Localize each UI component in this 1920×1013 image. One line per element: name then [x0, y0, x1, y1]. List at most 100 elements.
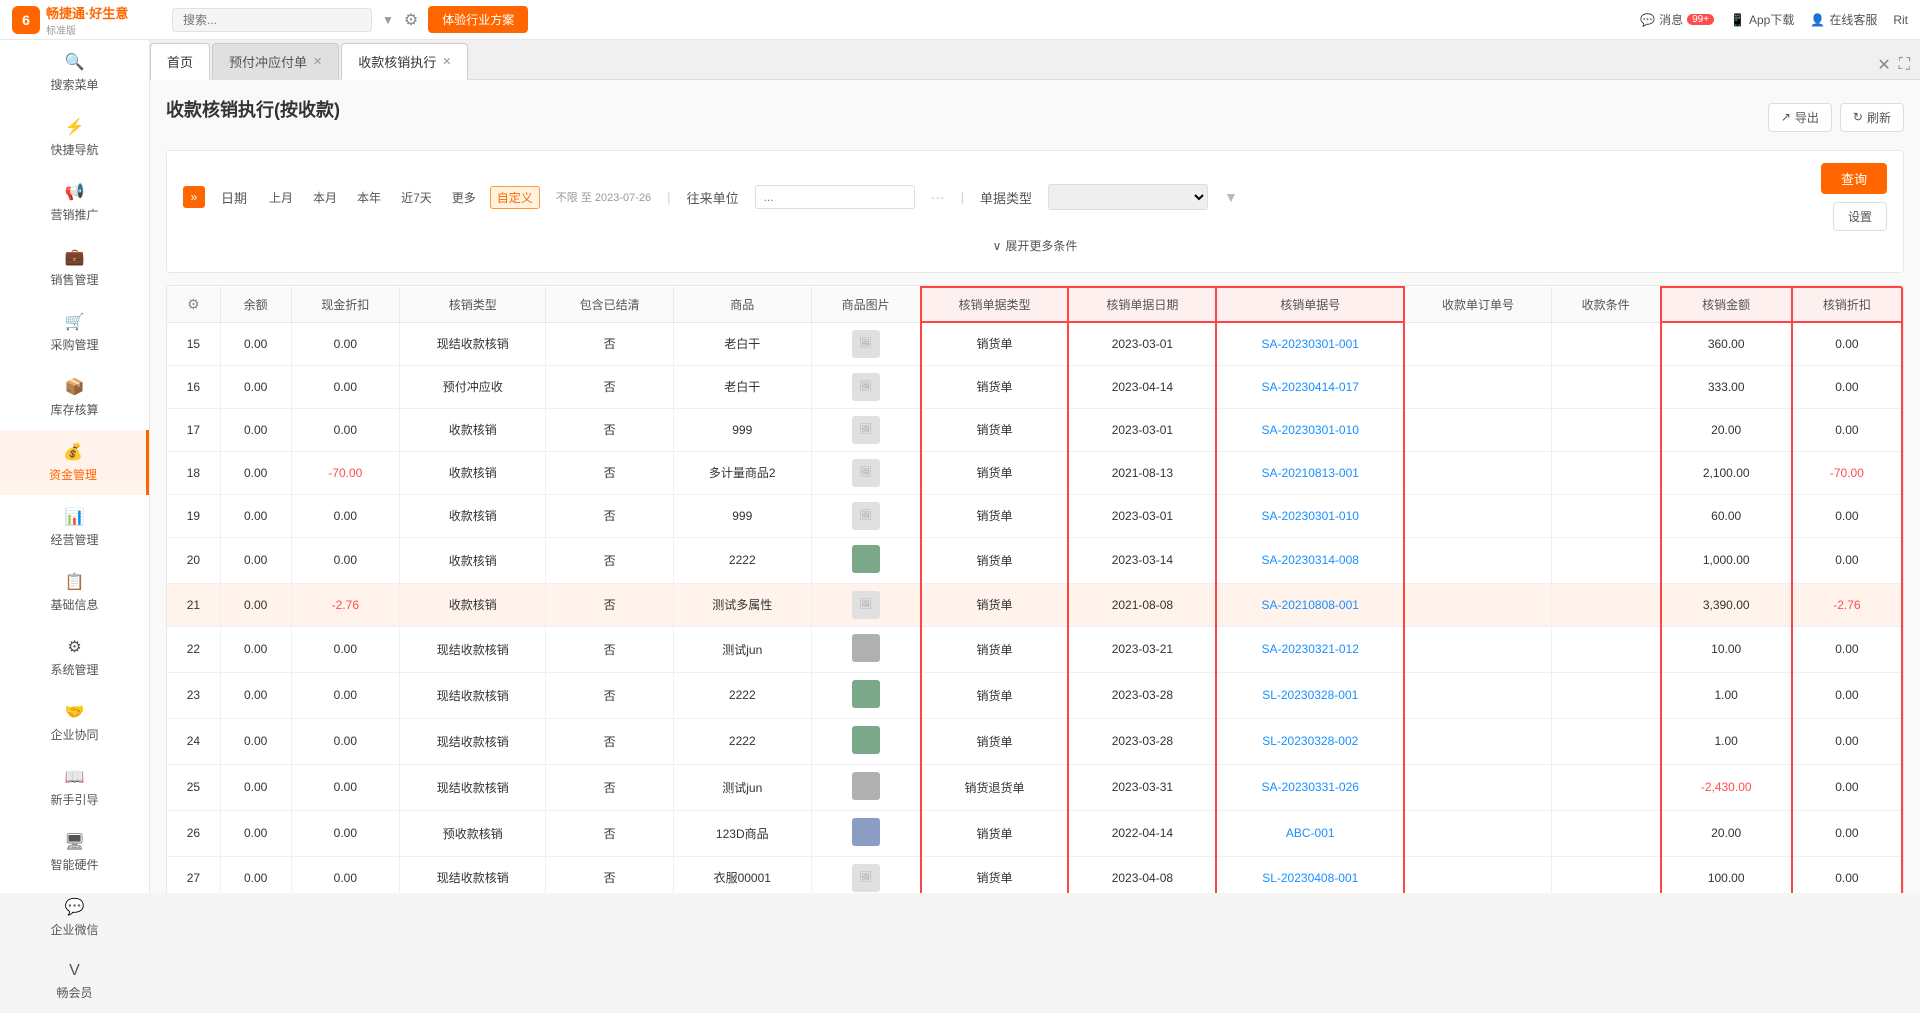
cancel-bill-no-link[interactable]: SA-20230321-012 [1262, 642, 1359, 656]
cancel-bill-no-link[interactable]: SA-20230301-001 [1262, 337, 1359, 351]
row-include-settled: 否 [546, 764, 673, 810]
tab-cancel-receipt[interactable]: 收款核销执行 ✕ [341, 43, 468, 80]
sidebar-item-wechat[interactable]: 💬 企业微信 [0, 885, 149, 950]
row-goods-img [811, 537, 920, 583]
row-cancel-bill-date: 2023-03-28 [1068, 718, 1216, 764]
sidebar-item-guide[interactable]: 📖 新手引导 [0, 755, 149, 820]
page-title: 收款核销执行(按收款) [166, 96, 340, 122]
tab-prepaid[interactable]: 预付冲应付单 ✕ [212, 43, 339, 79]
cancel-bill-no-link[interactable]: SA-20210813-001 [1262, 466, 1359, 480]
row-cancel-bill-type: 销货单 [921, 718, 1069, 764]
filter-toggle-btn[interactable]: » [183, 186, 205, 208]
row-id: 26 [167, 810, 220, 856]
row-cash-discount: 0.00 [291, 537, 400, 583]
search-input[interactable] [172, 8, 372, 32]
settings-btn[interactable]: 设置 [1833, 202, 1887, 231]
user-menu[interactable]: Rit [1893, 13, 1908, 27]
row-cancel-bill-no: SA-20210813-001 [1216, 451, 1404, 494]
bill-type-select[interactable] [1048, 184, 1208, 210]
query-btn[interactable]: 查询 [1821, 163, 1887, 194]
row-receipt-condition [1551, 810, 1660, 856]
row-receipt-order-no [1404, 451, 1551, 494]
row-cancel-discount: 0.00 [1792, 537, 1902, 583]
col-receipt-order-no-header: 收款单订单号 [1404, 287, 1551, 322]
date-custom-btn[interactable]: 自定义 [490, 186, 540, 209]
online-service-btn[interactable]: 👤 在线客服 [1810, 11, 1877, 28]
date-btn-last-month[interactable]: 上月 [263, 187, 299, 208]
tab-close-cancel[interactable]: ✕ [442, 55, 451, 68]
date-btn-this-month[interactable]: 本月 [307, 187, 343, 208]
maximize-icon[interactable]: ⛶ [1899, 56, 1910, 74]
row-cancel-bill-date: 2023-03-21 [1068, 626, 1216, 672]
close-all-icon[interactable]: ✕ [1877, 55, 1890, 75]
sidebar-item-sales[interactable]: 💼 销售管理 [0, 235, 149, 300]
sidebar-item-operation[interactable]: 📊 经营管理 [0, 495, 149, 560]
row-goods: 2222 [673, 718, 811, 764]
refresh-btn[interactable]: ↻ 刷新 [1840, 103, 1904, 132]
sidebar-item-collab[interactable]: 🤝 企业协同 [0, 690, 149, 755]
sidebar-item-marketing[interactable]: 📢 营销推广 [0, 170, 149, 235]
cancel-bill-no-link[interactable]: SL-20230328-001 [1262, 688, 1358, 702]
col-settings-header: ⚙ [167, 287, 220, 322]
row-goods-img [811, 718, 920, 764]
sidebar-item-inventory[interactable]: 📦 库存核算 [0, 365, 149, 430]
tab-close-prepaid[interactable]: ✕ [313, 55, 322, 68]
row-receipt-condition [1551, 764, 1660, 810]
row-cancel-bill-type: 销货单 [921, 537, 1069, 583]
sidebar-item-purchase[interactable]: 🛒 采购管理 [0, 300, 149, 365]
row-receipt-order-no [1404, 494, 1551, 537]
row-receipt-condition [1551, 856, 1660, 893]
cancel-bill-no-link[interactable]: SA-20210808-001 [1262, 598, 1359, 612]
settings-icon[interactable]: ⚙ [404, 10, 418, 30]
cancel-bill-no-link[interactable]: SA-20230314-008 [1262, 553, 1359, 567]
row-cancel-amount: 10.00 [1661, 626, 1792, 672]
message-btn[interactable]: 💬 消息 99+ [1640, 11, 1714, 28]
goods-image [852, 818, 880, 846]
row-balance: 0.00 [220, 537, 291, 583]
row-cancel-bill-type: 销货单 [921, 810, 1069, 856]
sidebar-item-finance[interactable]: 💰 资金管理 [0, 430, 149, 495]
col-cash-discount-header: 现金折扣 [291, 287, 400, 322]
row-goods: 测试jun [673, 626, 811, 672]
export-btn[interactable]: ↗ 导出 [1768, 103, 1832, 132]
date-btn-7days[interactable]: 近7天 [395, 187, 438, 208]
experience-btn[interactable]: 体验行业方案 [428, 6, 528, 33]
date-label: 日期 [221, 188, 247, 207]
sidebar-item-shortcut[interactable]: ⚡ 快捷导航 [0, 105, 149, 170]
row-include-settled: 否 [546, 494, 673, 537]
row-balance: 0.00 [220, 583, 291, 626]
cancel-bill-no-link[interactable]: SL-20230328-002 [1262, 734, 1358, 748]
cancel-bill-no-link[interactable]: SL-20230408-001 [1262, 871, 1358, 885]
tab-home[interactable]: 首页 [150, 43, 210, 80]
app-download-btn[interactable]: 📱 App下载 [1730, 11, 1794, 28]
cancel-bill-no-link[interactable]: SA-20230301-010 [1262, 509, 1359, 523]
table-row: 15 0.00 0.00 现结收款核销 否 老白干 🖼 销货单 2023-03-… [167, 322, 1902, 365]
row-cancel-bill-type: 销货单 [921, 322, 1069, 365]
cancel-bill-no-link[interactable]: SA-20230301-010 [1262, 423, 1359, 437]
cancel-bill-no-link[interactable]: ABC-001 [1286, 826, 1335, 840]
cancel-bill-no-link[interactable]: SA-20230331-026 [1262, 780, 1359, 794]
row-cancel-discount: 0.00 [1792, 626, 1902, 672]
select-arrow-icon: ▼ [1224, 189, 1238, 205]
sidebar-item-system[interactable]: ⚙ 系统管理 [0, 625, 149, 690]
partner-more-icon[interactable]: ··· [931, 189, 945, 205]
partner-input[interactable] [755, 185, 915, 209]
row-goods-img [811, 626, 920, 672]
sidebar-item-basic[interactable]: 📋 基础信息 [0, 560, 149, 625]
dropdown-icon[interactable]: ▼ [382, 13, 394, 27]
sidebar-item-search[interactable]: 🔍 搜索菜单 [0, 40, 149, 105]
expand-conditions-btn[interactable]: ∨ 展开更多条件 [183, 231, 1887, 260]
row-cash-discount: 0.00 [291, 718, 400, 764]
row-cancel-bill-no: SL-20230408-001 [1216, 856, 1404, 893]
main-content: 首页 预付冲应付单 ✕ 收款核销执行 ✕ ✕ ⛶ 收款核销执行(按收款) ↗ [150, 40, 1920, 893]
sidebar-item-vip[interactable]: V 畅会员 [0, 950, 149, 1013]
row-balance: 0.00 [220, 626, 291, 672]
sidebar-item-hardware[interactable]: 🖥 智能硬件 [0, 820, 149, 885]
col-settings-icon[interactable]: ⚙ [187, 296, 200, 312]
row-cancel-bill-date: 2023-03-31 [1068, 764, 1216, 810]
date-btn-this-year[interactable]: 本年 [351, 187, 387, 208]
date-btn-more[interactable]: 更多 [446, 187, 482, 208]
row-balance: 0.00 [220, 718, 291, 764]
row-receipt-order-no [1404, 856, 1551, 893]
cancel-bill-no-link[interactable]: SA-20230414-017 [1262, 380, 1359, 394]
